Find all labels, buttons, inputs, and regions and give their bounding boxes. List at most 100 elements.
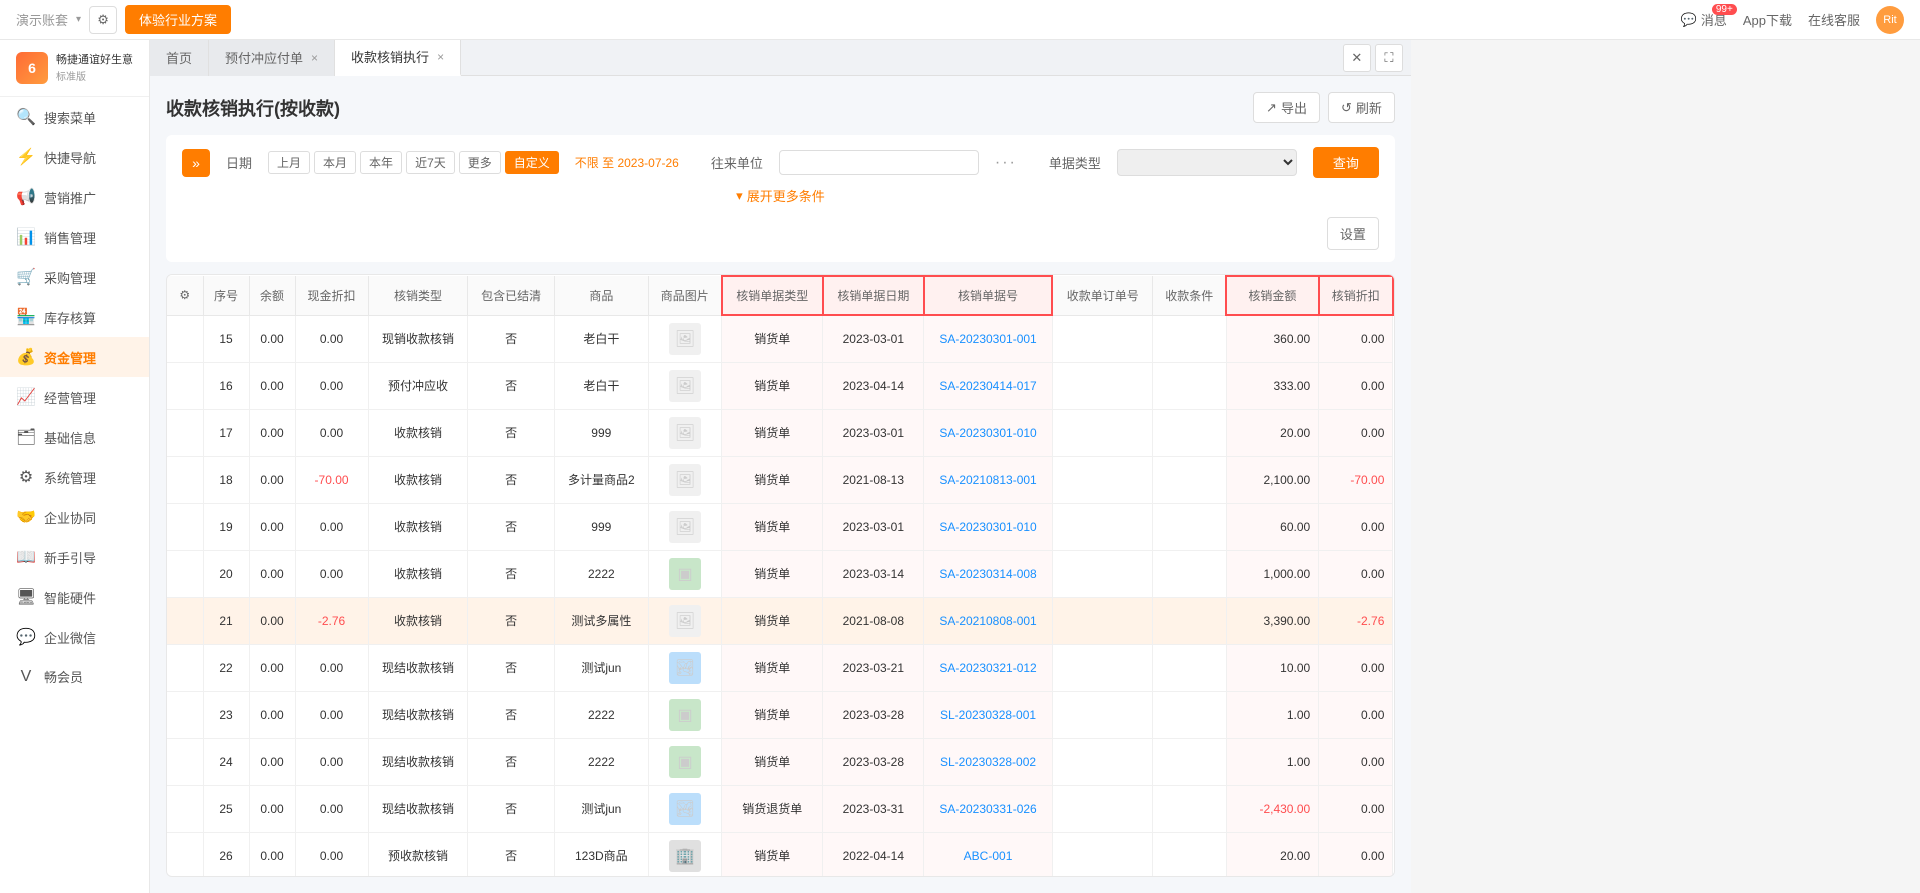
finance-icon: 💰 bbox=[16, 347, 36, 367]
writeoff-doc-link[interactable]: SA-20230414-017 bbox=[939, 379, 1036, 393]
tab-prepay[interactable]: 预付冲应付单 × bbox=[209, 40, 335, 76]
collapse-icon: » bbox=[192, 155, 200, 171]
app-download-link[interactable]: App下载 bbox=[1743, 10, 1792, 29]
cell-writeoff-discount: -70.00 bbox=[1319, 456, 1393, 503]
online-service-link[interactable]: 在线客服 bbox=[1808, 10, 1860, 29]
cell-gear bbox=[167, 691, 203, 738]
goods-image: 🖼 bbox=[669, 605, 701, 637]
trial-button[interactable]: 体验行业方案 bbox=[125, 5, 231, 34]
sidebar-label-quick-nav: 快捷导航 bbox=[44, 148, 96, 167]
cell-writeoff-doc-type: 销货单 bbox=[722, 362, 823, 409]
filter-collapse-button[interactable]: » bbox=[182, 149, 210, 177]
sidebar-item-search[interactable]: 🔍 搜索菜单 bbox=[0, 97, 149, 137]
writeoff-doc-link[interactable]: SA-20210808-001 bbox=[939, 614, 1036, 628]
cell-writeoff-discount: 0.00 bbox=[1319, 832, 1393, 877]
gear-button[interactable]: ⚙ bbox=[89, 6, 117, 34]
tab-writeoff-close[interactable]: × bbox=[437, 50, 444, 64]
writeoff-doc-link[interactable]: SA-20230314-008 bbox=[939, 567, 1036, 581]
query-button[interactable]: 查询 bbox=[1313, 147, 1379, 178]
cell-writeoff-doc-date: 2023-03-28 bbox=[823, 738, 924, 785]
expand-conditions-button[interactable]: ▾ 展开更多条件 bbox=[736, 186, 825, 205]
cell-writeoff-discount: 0.00 bbox=[1319, 362, 1393, 409]
sidebar-item-system[interactable]: ⚙ 系统管理 bbox=[0, 457, 149, 497]
writeoff-doc-link[interactable]: SL-20230328-002 bbox=[940, 755, 1036, 769]
cell-receipt-order-no bbox=[1052, 550, 1152, 597]
writeoff-doc-link[interactable]: SA-20230301-001 bbox=[939, 332, 1036, 346]
date-btn-7days[interactable]: 近7天 bbox=[406, 151, 455, 174]
operations-icon: 📈 bbox=[16, 387, 36, 407]
sidebar-item-guide[interactable]: 📖 新手引导 bbox=[0, 537, 149, 577]
cell-seq: 19 bbox=[203, 503, 249, 550]
doc-type-filter-select[interactable] bbox=[1117, 149, 1297, 176]
tab-writeoff[interactable]: 收款核销执行 × bbox=[335, 40, 461, 76]
cell-writeoff-amount: 20.00 bbox=[1226, 409, 1318, 456]
cell-receipt-condition bbox=[1153, 597, 1227, 644]
cell-include-settled: 否 bbox=[468, 409, 554, 456]
cell-writeoff-discount: -2.76 bbox=[1319, 597, 1393, 644]
avatar[interactable]: Rit bbox=[1876, 6, 1904, 34]
date-btn-custom[interactable]: 自定义 bbox=[505, 151, 559, 174]
table-row: 23 0.00 0.00 现结收款核销 否 2222 ▣ 销货单 2023-03… bbox=[167, 691, 1393, 738]
sidebar-label-guide: 新手引导 bbox=[44, 548, 96, 567]
date-btn-more[interactable]: 更多 bbox=[459, 151, 501, 174]
cell-receipt-condition bbox=[1153, 550, 1227, 597]
company-dropdown-icon[interactable]: ▾ bbox=[76, 14, 81, 25]
writeoff-doc-link[interactable]: ABC-001 bbox=[964, 849, 1013, 863]
cell-writeoff-type: 收款核销 bbox=[368, 503, 468, 550]
sidebar-item-vip[interactable]: V 畅会员 bbox=[0, 657, 149, 696]
cell-receipt-order-no bbox=[1052, 503, 1152, 550]
cell-writeoff-amount: 1.00 bbox=[1226, 738, 1318, 785]
sidebar-logo: 6 畅捷通谊好生意 标准版 bbox=[0, 40, 149, 97]
export-button[interactable]: ↗ 导出 bbox=[1253, 92, 1320, 123]
cell-balance: 0.00 bbox=[249, 362, 295, 409]
logo-text: 畅捷通谊好生意 bbox=[56, 53, 133, 67]
cell-receipt-condition bbox=[1153, 832, 1227, 877]
cell-include-settled: 否 bbox=[468, 550, 554, 597]
writeoff-doc-link[interactable]: SA-20230331-026 bbox=[939, 802, 1036, 816]
th-gear[interactable]: ⚙ bbox=[167, 276, 203, 315]
sidebar-item-inventory[interactable]: 🏪 库存核算 bbox=[0, 297, 149, 337]
cell-writeoff-type: 现结收款核销 bbox=[368, 691, 468, 738]
writeoff-doc-link[interactable]: SL-20230328-001 bbox=[940, 708, 1036, 722]
sidebar-item-collab[interactable]: 🤝 企业协同 bbox=[0, 497, 149, 537]
cell-balance: 0.00 bbox=[249, 644, 295, 691]
refresh-button[interactable]: ↺ 刷新 bbox=[1328, 92, 1395, 123]
writeoff-doc-link[interactable]: SA-20230301-010 bbox=[939, 426, 1036, 440]
tab-home[interactable]: 首页 bbox=[150, 40, 209, 76]
page-title: 收款核销执行(按收款) bbox=[166, 95, 340, 121]
sidebar-item-quick-nav[interactable]: ⚡ 快捷导航 bbox=[0, 137, 149, 177]
cell-writeoff-doc-no: SA-20230321-012 bbox=[924, 644, 1052, 691]
purchase-icon: 🛒 bbox=[16, 267, 36, 287]
date-filter-label: 日期 bbox=[226, 153, 252, 172]
sidebar-item-finance[interactable]: 💰 资金管理 bbox=[0, 337, 149, 377]
window-maximize-button[interactable]: ⛶ bbox=[1375, 44, 1403, 72]
sidebar-item-marketing[interactable]: 📢 营销推广 bbox=[0, 177, 149, 217]
date-range-text: 不限 至 2023-07-26 bbox=[575, 154, 679, 171]
cell-receipt-condition bbox=[1153, 785, 1227, 832]
date-btn-this-month[interactable]: 本月 bbox=[314, 151, 356, 174]
cell-writeoff-doc-type: 销货单 bbox=[722, 597, 823, 644]
sidebar-item-weixin[interactable]: 💬 企业微信 bbox=[0, 617, 149, 657]
partner-filter-input[interactable] bbox=[779, 150, 979, 175]
message-button[interactable]: 💬 消息 99+ bbox=[1681, 10, 1727, 29]
sidebar-item-hardware[interactable]: 🖥 智能硬件 bbox=[0, 577, 149, 617]
main-content: 首页 预付冲应付单 × 收款核销执行 × ✕ ⛶ 收款核销执行(按收款) bbox=[150, 40, 1411, 893]
table-row: 19 0.00 0.00 收款核销 否 999 🖼 销货单 2023-03-01… bbox=[167, 503, 1393, 550]
writeoff-doc-link[interactable]: SA-20230301-010 bbox=[939, 520, 1036, 534]
writeoff-doc-link[interactable]: SA-20210813-001 bbox=[939, 473, 1036, 487]
tab-prepay-close[interactable]: × bbox=[311, 51, 318, 65]
sidebar-item-sales[interactable]: 📊 销售管理 bbox=[0, 217, 149, 257]
sidebar-item-operations[interactable]: 📈 经营管理 bbox=[0, 377, 149, 417]
window-close-button[interactable]: ✕ bbox=[1343, 44, 1371, 72]
cell-writeoff-discount: 0.00 bbox=[1319, 738, 1393, 785]
th-writeoff-doc-type: 核销单据类型 bbox=[722, 276, 823, 315]
date-btn-last-month[interactable]: 上月 bbox=[268, 151, 310, 174]
settings-button[interactable]: 设置 bbox=[1327, 217, 1379, 250]
sidebar-item-base-info[interactable]: 🗂 基础信息 bbox=[0, 417, 149, 457]
sidebar-item-purchase[interactable]: 🛒 采购管理 bbox=[0, 257, 149, 297]
cell-writeoff-doc-type: 销货单 bbox=[722, 456, 823, 503]
writeoff-doc-link[interactable]: SA-20230321-012 bbox=[939, 661, 1036, 675]
date-btn-this-year[interactable]: 本年 bbox=[360, 151, 402, 174]
cell-writeoff-amount: 333.00 bbox=[1226, 362, 1318, 409]
cell-balance: 0.00 bbox=[249, 785, 295, 832]
